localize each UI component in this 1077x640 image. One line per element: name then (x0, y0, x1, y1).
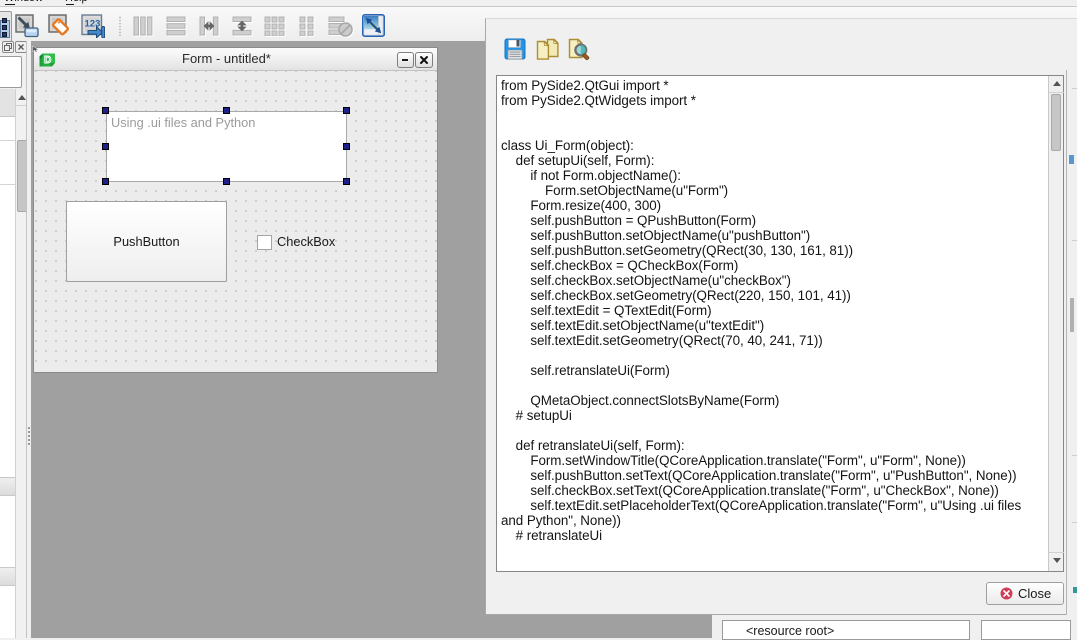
svg-text:D: D (44, 55, 51, 66)
